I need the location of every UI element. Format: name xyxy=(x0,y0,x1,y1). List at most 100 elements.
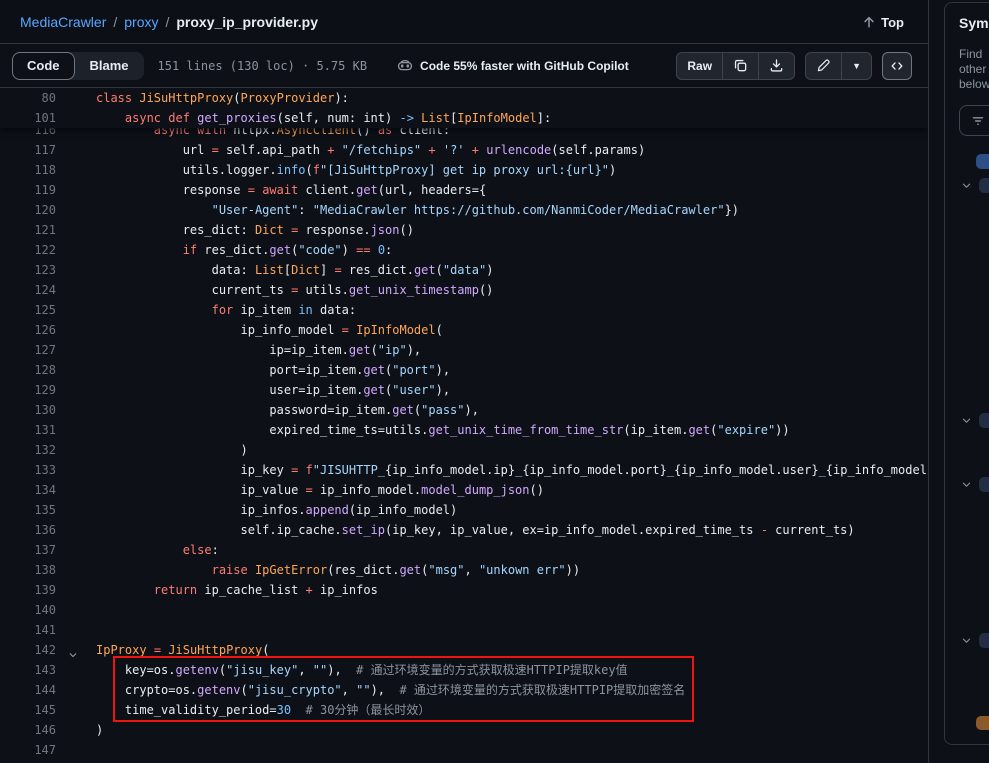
line-number[interactable]: 143 xyxy=(0,660,56,680)
symbol-item[interactable] xyxy=(945,632,989,648)
line-number[interactable]: 133 xyxy=(0,460,56,480)
line-number[interactable]: 138 xyxy=(0,560,56,580)
copy-button[interactable] xyxy=(722,53,758,79)
line-number[interactable]: 101 xyxy=(0,108,56,128)
code-text: response = await client.get(url, headers… xyxy=(96,180,486,200)
code-line: 139return ip_cache_list + ip_infos xyxy=(0,580,928,600)
symbol-item[interactable] xyxy=(945,153,989,169)
chevron-down-icon[interactable] xyxy=(961,415,972,426)
line-number[interactable]: 122 xyxy=(0,240,56,260)
line-number[interactable]: 123 xyxy=(0,260,56,280)
line-number[interactable]: 147 xyxy=(0,740,56,760)
symbol-pill xyxy=(976,716,989,730)
line-number[interactable]: 145 xyxy=(0,700,56,720)
back-to-top-label: Top xyxy=(881,15,904,30)
code-text: key=os.getenv("jisu_key", ""), # 通过环境变量的… xyxy=(96,660,628,680)
edit-button[interactable] xyxy=(806,53,841,79)
symbol-pill xyxy=(979,633,989,648)
chevron-down-icon[interactable] xyxy=(961,479,972,490)
line-number[interactable]: 120 xyxy=(0,200,56,220)
raw-button[interactable]: Raw xyxy=(677,53,722,79)
line-number[interactable]: 144 xyxy=(0,680,56,700)
filter-icon xyxy=(971,114,985,128)
line-number[interactable]: 131 xyxy=(0,420,56,440)
code-text: ip_infos.append(ip_info_model) xyxy=(96,500,457,520)
code-text: url = self.api_path + "/fetchips" + '?' … xyxy=(96,140,645,160)
code-text: async def get_proxies(self, num: int) ->… xyxy=(96,108,551,128)
line-number[interactable]: 126 xyxy=(0,320,56,340)
back-to-top-link[interactable]: Top xyxy=(862,0,904,44)
code-line: 142IpProxy = JiSuHttpProxy( xyxy=(0,640,928,660)
line-number[interactable]: 80 xyxy=(0,88,56,108)
line-number[interactable]: 132 xyxy=(0,440,56,460)
symbol-pill xyxy=(979,178,989,193)
line-number[interactable]: 118 xyxy=(0,160,56,180)
download-button[interactable] xyxy=(758,53,794,79)
code-text: raise IpGetError(res_dict.get("msg", "un… xyxy=(96,560,580,580)
code-line: 126ip_info_model = IpInfoModel( xyxy=(0,320,928,340)
symbols-panel-toggle-button[interactable] xyxy=(882,52,912,80)
code-line: 131expired_time_ts=utils.get_unix_time_f… xyxy=(0,420,928,440)
code-line: 117 url = self.api_path + "/fetchips" + '… xyxy=(0,140,928,160)
line-number[interactable]: 127 xyxy=(0,340,56,360)
symbol-item[interactable] xyxy=(945,715,989,731)
code-line: 122 if res_dict.get("code") == 0: xyxy=(0,240,928,260)
code-text: user=ip_item.get("user"), xyxy=(96,380,450,400)
line-number[interactable]: 139 xyxy=(0,580,56,600)
code-line: 135 ip_infos.append(ip_info_model) xyxy=(0,500,928,520)
line-number[interactable]: 146 xyxy=(0,720,56,740)
code-line: 118utils.logger.info(f"[JiSuHttpProxy] g… xyxy=(0,160,928,180)
breadcrumb-repo-link[interactable]: MediaCrawler xyxy=(20,14,106,30)
line-number[interactable]: 124 xyxy=(0,280,56,300)
symbol-item[interactable] xyxy=(945,177,989,193)
download-icon xyxy=(769,58,784,73)
copy-icon xyxy=(733,58,748,73)
symbols-panel-description: Find other below xyxy=(959,47,989,92)
code-line: 120"User-Agent": "MediaCrawler https://g… xyxy=(0,200,928,220)
code-line: 144crypto=os.getenv("jisu_crypto", ""), … xyxy=(0,680,928,700)
tab-blame[interactable]: Blame xyxy=(75,52,144,80)
code-line: 121 res_dict: Dict = response.json() xyxy=(0,220,928,240)
symbol-item[interactable] xyxy=(945,476,989,492)
code-text: res_dict: Dict = response.json() xyxy=(96,220,414,240)
symbol-item[interactable] xyxy=(945,412,989,428)
code-line: 124current_ts = utils.get_unix_timestamp… xyxy=(0,280,928,300)
breadcrumb-dir-link[interactable]: proxy xyxy=(124,14,158,30)
code-line: 146) xyxy=(0,720,928,740)
symbols-panel-title: Sym xyxy=(959,15,989,31)
code-viewer: 116async with httpx.AsyncClient() as cli… xyxy=(0,88,928,763)
line-number[interactable]: 137 xyxy=(0,540,56,560)
line-number[interactable]: 125 xyxy=(0,300,56,320)
symbol-pill xyxy=(979,413,989,428)
line-number[interactable]: 117 xyxy=(0,140,56,160)
file-view: MediaCrawler / proxy / proxy_ip_provider… xyxy=(0,0,929,763)
line-number[interactable]: 128 xyxy=(0,360,56,380)
code-line: 136self.ip_cache.set_ip(ip_key, ip_value… xyxy=(0,520,928,540)
code-line: 127ip=ip_item.get("ip"), xyxy=(0,340,928,360)
symbols-panel: Sym Find other below xyxy=(944,2,989,745)
chevron-down-icon[interactable] xyxy=(961,635,972,646)
line-number[interactable]: 140 xyxy=(0,600,56,620)
line-number[interactable]: 130 xyxy=(0,400,56,420)
chevron-down-icon[interactable] xyxy=(961,180,972,191)
line-number[interactable]: 135 xyxy=(0,500,56,520)
line-number[interactable]: 142 xyxy=(0,640,56,660)
edit-dropdown-button[interactable]: ▼ xyxy=(841,53,871,79)
line-number[interactable]: 134 xyxy=(0,480,56,500)
code-line: 143 key=os.getenv("jisu_key", ""), # 通过环境… xyxy=(0,660,928,680)
symbol-pill xyxy=(979,477,989,492)
line-number[interactable]: 119 xyxy=(0,180,56,200)
code-brackets-icon xyxy=(890,59,904,73)
code-line: 80 class JiSuHttpProxy(ProxyProvider): xyxy=(0,88,928,108)
code-text: class JiSuHttpProxy(ProxyProvider): xyxy=(96,88,349,108)
line-number[interactable]: 136 xyxy=(0,520,56,540)
code-line: 140 xyxy=(0,600,928,620)
breadcrumb: MediaCrawler / proxy / proxy_ip_provider… xyxy=(0,0,928,44)
tab-code[interactable]: Code xyxy=(12,52,75,80)
line-number[interactable]: 121 xyxy=(0,220,56,240)
line-number[interactable]: 141 xyxy=(0,620,56,640)
copilot-banner: Code 55% faster with GitHub Copilot xyxy=(397,58,629,74)
symbols-filter-input[interactable] xyxy=(959,105,989,136)
code-text: if res_dict.get("code") == 0: xyxy=(96,240,392,260)
line-number[interactable]: 129 xyxy=(0,380,56,400)
